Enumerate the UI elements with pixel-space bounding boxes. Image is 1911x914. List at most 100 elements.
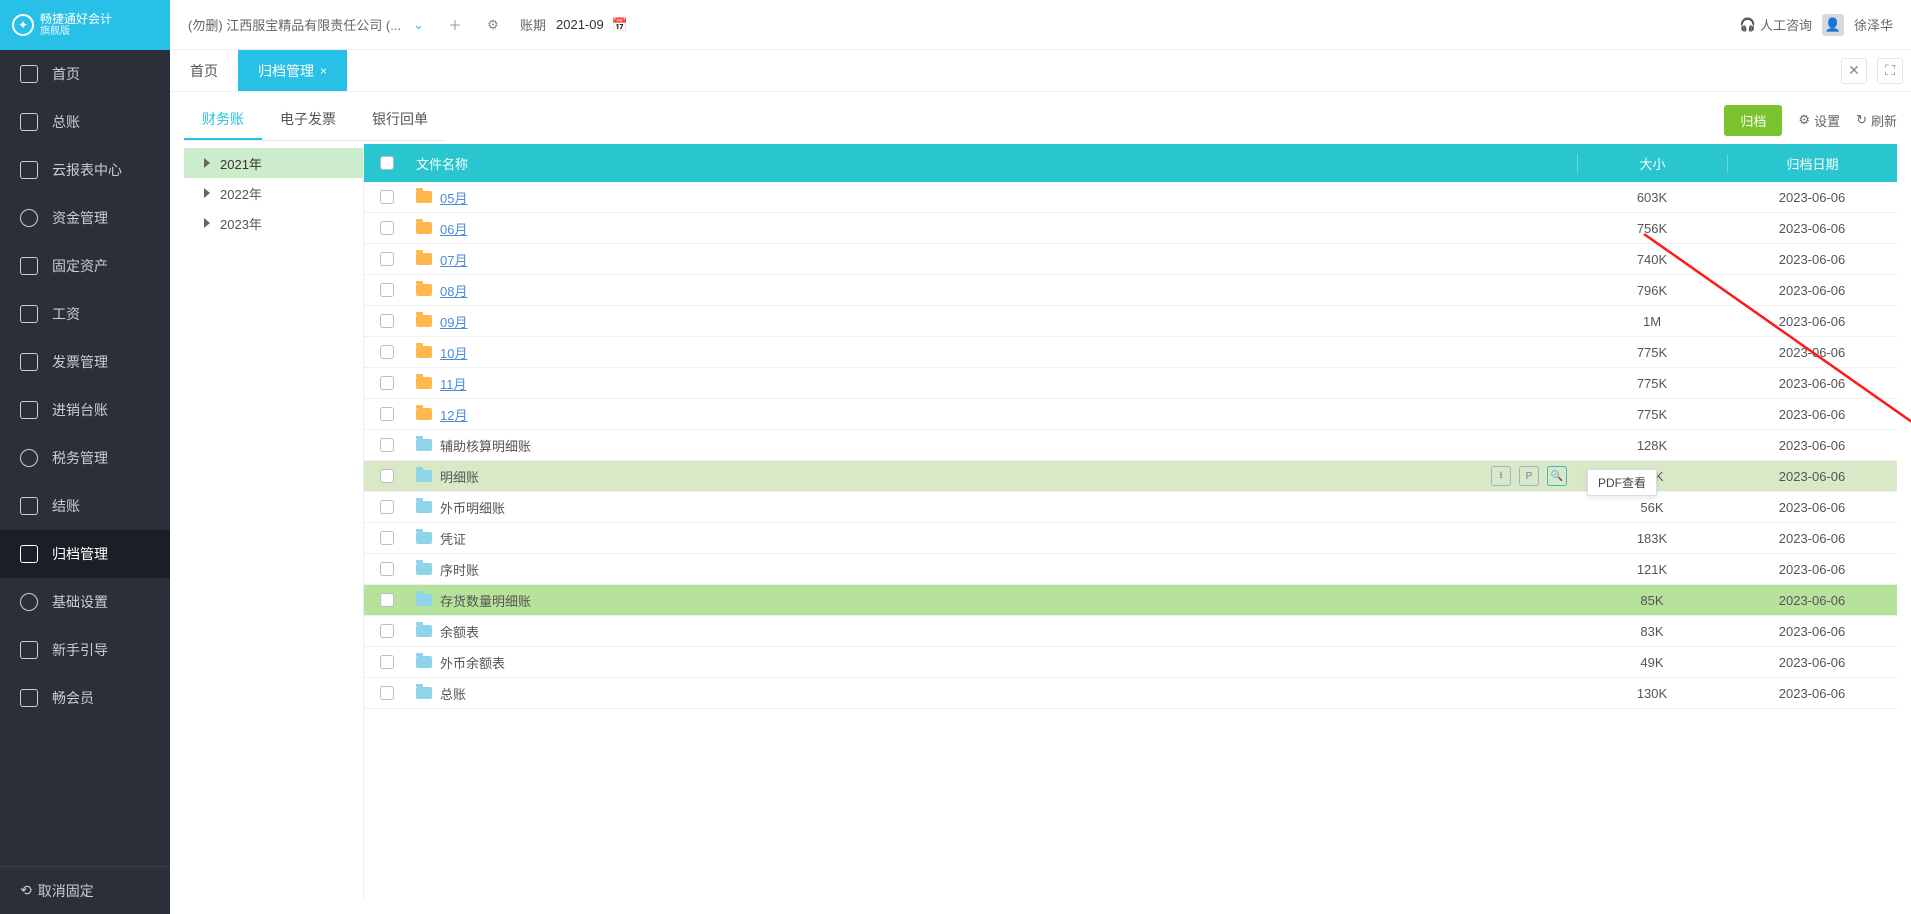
file-name[interactable]: 外币明细账 <box>440 498 505 517</box>
tab-close-button[interactable]: ✕ <box>1841 58 1867 84</box>
settings-button[interactable]: ⚙ 设置 <box>1798 111 1840 130</box>
file-folder-icon <box>416 470 432 482</box>
file-name[interactable]: 总账 <box>440 684 466 703</box>
sidebar-item-tax[interactable]: 税务管理 <box>0 434 170 482</box>
archive-date: 2023-06-06 <box>1727 593 1897 608</box>
table-row[interactable]: 06月756K2023-06-06 <box>364 213 1897 244</box>
row-checkbox[interactable] <box>380 221 394 235</box>
table-row[interactable]: 余额表83K2023-06-06 <box>364 616 1897 647</box>
row-checkbox[interactable] <box>380 283 394 297</box>
file-name[interactable]: 序时账 <box>440 560 479 579</box>
user-avatar[interactable]: 👤 <box>1822 14 1844 36</box>
file-name[interactable]: 存货数量明细账 <box>440 591 531 610</box>
file-name[interactable]: 10月 <box>440 343 467 362</box>
row-checkbox[interactable] <box>380 190 394 204</box>
tree-year[interactable]: 2022年 <box>184 178 363 208</box>
file-name[interactable]: 12月 <box>440 405 467 424</box>
file-name[interactable]: 06月 <box>440 219 467 238</box>
row-checkbox[interactable] <box>380 686 394 700</box>
row-checkbox[interactable] <box>380 407 394 421</box>
sidebar-item-asset[interactable]: 固定资产 <box>0 242 170 290</box>
table-row[interactable]: 序时账121K2023-06-06 <box>364 554 1897 585</box>
table-row[interactable]: 12月775K2023-06-06 <box>364 399 1897 430</box>
company-selector[interactable]: (勿删) 江西服宝精品有限责任公司 (... ⌄ <box>188 15 436 34</box>
table-row[interactable]: 明细账⭳P🔍PDF查看30K2023-06-06 <box>364 461 1897 492</box>
sidebar-item-invoice[interactable]: 发票管理 <box>0 338 170 386</box>
row-checkbox[interactable] <box>380 593 394 607</box>
file-name[interactable]: 外币余额表 <box>440 653 505 672</box>
table-row[interactable]: 07月740K2023-06-06 <box>364 244 1897 275</box>
table-row[interactable]: 08月796K2023-06-06 <box>364 275 1897 306</box>
row-checkbox[interactable] <box>380 252 394 266</box>
page-tab[interactable]: 首页 <box>170 50 238 91</box>
sidebar-item-member[interactable]: 畅会员 <box>0 674 170 722</box>
file-size: 128K <box>1577 438 1727 453</box>
sidebar-item-ledger[interactable]: 总账 <box>0 98 170 146</box>
sub-tab[interactable]: 财务账 <box>184 100 262 140</box>
row-checkbox[interactable] <box>380 531 394 545</box>
row-checkbox[interactable] <box>380 655 394 669</box>
row-checkbox[interactable] <box>380 376 394 390</box>
row-checkbox[interactable] <box>380 500 394 514</box>
sidebar-item-salary[interactable]: 工资 <box>0 290 170 338</box>
sidebar-item-fund[interactable]: 资金管理 <box>0 194 170 242</box>
sidebar-item-stock[interactable]: 进销台账 <box>0 386 170 434</box>
tab-close-icon[interactable]: × <box>320 64 327 78</box>
file-name[interactable]: 明细账 <box>440 467 479 486</box>
row-checkbox[interactable] <box>380 469 394 483</box>
table-row[interactable]: 外币余额表49K2023-06-06 <box>364 647 1897 678</box>
file-name[interactable]: 07月 <box>440 250 467 269</box>
row-checkbox[interactable] <box>380 345 394 359</box>
select-all-checkbox[interactable] <box>380 156 394 170</box>
download-icon[interactable]: ⭳ <box>1491 466 1511 486</box>
tree-year[interactable]: 2023年 <box>184 208 363 238</box>
file-name[interactable]: 凭证 <box>440 529 466 548</box>
sidebar-item-chart[interactable]: 云报表中心 <box>0 146 170 194</box>
file-name[interactable]: 余额表 <box>440 622 479 641</box>
table-row[interactable]: 存货数量明细账85K2023-06-06 <box>364 585 1897 616</box>
row-checkbox[interactable] <box>380 314 394 328</box>
tree-year[interactable]: 2021年 <box>184 148 363 178</box>
consult-button[interactable]: 🎧 人工咨询 <box>1740 15 1812 34</box>
file-name[interactable]: 05月 <box>440 188 467 207</box>
row-checkbox[interactable] <box>380 562 394 576</box>
calendar-icon[interactable]: 📅 <box>612 17 628 33</box>
pdf-icon[interactable]: P <box>1519 466 1539 486</box>
file-name[interactable]: 辅助核算明细账 <box>440 436 531 455</box>
file-name[interactable]: 09月 <box>440 312 467 331</box>
sidebar-item-close[interactable]: 结账 <box>0 482 170 530</box>
sidebar-item-home[interactable]: 首页 <box>0 50 170 98</box>
table-row[interactable]: 11月775K2023-06-06 <box>364 368 1897 399</box>
sidebar-item-archive[interactable]: 归档管理 <box>0 530 170 578</box>
sub-tab[interactable]: 银行回单 <box>354 100 446 140</box>
sidebar-item-guide[interactable]: 新手引导 <box>0 626 170 674</box>
file-name[interactable]: 11月 <box>440 374 467 393</box>
fullscreen-button[interactable]: ⛶ <box>1877 58 1903 84</box>
sidebar-item-label: 畅会员 <box>52 688 94 708</box>
brand-edition: 旗舰版 <box>40 26 112 37</box>
row-checkbox[interactable] <box>380 438 394 452</box>
company-settings-button[interactable]: ⚙ <box>482 14 504 36</box>
page-tab[interactable]: 归档管理 × <box>238 50 347 91</box>
add-company-button[interactable]: ＋ <box>444 14 466 36</box>
tab-label: 归档管理 <box>258 61 314 81</box>
sidebar-item-label: 发票管理 <box>52 352 108 372</box>
table-row[interactable]: 辅助核算明细账128K2023-06-06 <box>364 430 1897 461</box>
table-row[interactable]: 外币明细账56K2023-06-06 <box>364 492 1897 523</box>
table-row[interactable]: 凭证183K2023-06-06 <box>364 523 1897 554</box>
sidebar-unpin[interactable]: ⟲ 取消固定 <box>0 866 170 914</box>
archive-button[interactable]: 归档 <box>1724 105 1782 136</box>
file-name[interactable]: 08月 <box>440 281 467 300</box>
table-row[interactable]: 10月775K2023-06-06 <box>364 337 1897 368</box>
table-row[interactable]: 05月603K2023-06-06 <box>364 182 1897 213</box>
refresh-button[interactable]: ↻ 刷新 <box>1856 111 1897 130</box>
sub-tab[interactable]: 电子发票 <box>262 100 354 140</box>
sidebar-item-settings[interactable]: 基础设置 <box>0 578 170 626</box>
preview-icon[interactable]: 🔍 <box>1547 466 1567 486</box>
brand-logo[interactable]: ✦ 畅捷通好会计 旗舰版 <box>0 0 170 50</box>
row-checkbox[interactable] <box>380 624 394 638</box>
period-value[interactable]: 2021-09 <box>556 17 604 32</box>
table-row[interactable]: 总账130K2023-06-06 <box>364 678 1897 709</box>
table-row[interactable]: 09月1M2023-06-06 <box>364 306 1897 337</box>
username[interactable]: 徐泽华 <box>1854 15 1893 34</box>
